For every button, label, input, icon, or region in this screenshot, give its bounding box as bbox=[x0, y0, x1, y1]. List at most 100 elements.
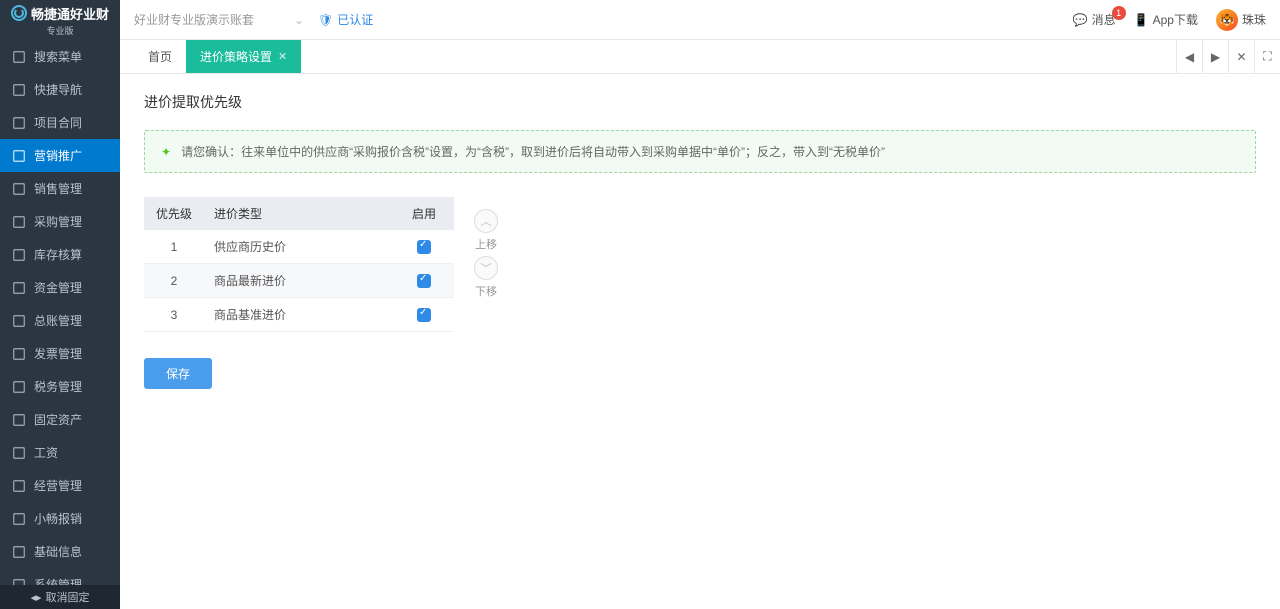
sidebar-item-12[interactable]: 工资 bbox=[0, 436, 120, 469]
cell-type: 商品基准进价 bbox=[204, 298, 394, 332]
sidebar-item-label: 经营管理 bbox=[34, 477, 82, 494]
sidebar-item-label: 发票管理 bbox=[34, 345, 82, 362]
sidebar-item-label: 快捷导航 bbox=[34, 81, 82, 98]
app-download-button[interactable]: 📱 App下载 bbox=[1134, 11, 1198, 28]
sidebar-item-label: 小畅报销 bbox=[34, 510, 82, 527]
sys-icon bbox=[12, 578, 26, 586]
enable-checkbox[interactable] bbox=[417, 274, 431, 288]
wage-icon bbox=[12, 446, 26, 460]
tab-active-label: 进价策略设置 bbox=[200, 48, 272, 65]
cell-priority: 2 bbox=[144, 264, 204, 298]
enable-checkbox[interactable] bbox=[417, 240, 431, 254]
mgmt-icon bbox=[12, 479, 26, 493]
tab-home[interactable]: 首页 bbox=[134, 40, 186, 73]
brand-edition: 专业版 bbox=[46, 24, 73, 37]
sidebar-item-label: 基础信息 bbox=[34, 543, 82, 560]
fullscreen-button[interactable]: ⛶ bbox=[1254, 40, 1280, 73]
sidebar-item-8[interactable]: 总账管理 bbox=[0, 304, 120, 337]
move-up-button[interactable]: ︿ bbox=[474, 209, 498, 233]
sidebar-item-0[interactable]: 搜索菜单 bbox=[0, 40, 120, 73]
sidebar-item-5[interactable]: 采购管理 bbox=[0, 205, 120, 238]
account-select[interactable]: 好业财专业版演示账套 ⌄ bbox=[134, 11, 314, 28]
sidebar-item-15[interactable]: 基础信息 bbox=[0, 535, 120, 568]
sidebar-item-13[interactable]: 经营管理 bbox=[0, 469, 120, 502]
sidebar-item-label: 系统管理 bbox=[34, 576, 82, 585]
search-icon bbox=[12, 50, 26, 64]
messages-badge: 1 bbox=[1112, 6, 1126, 20]
table-row[interactable]: 2商品最新进价 bbox=[144, 264, 454, 298]
sidebar-item-label: 税务管理 bbox=[34, 378, 82, 395]
sidebar-item-label: 资金管理 bbox=[34, 279, 82, 296]
sidebar-item-label: 库存核算 bbox=[34, 246, 82, 263]
table-row[interactable]: 1供应商历史价 bbox=[144, 230, 454, 264]
sidebar-item-label: 工资 bbox=[34, 444, 58, 461]
info-icon bbox=[12, 545, 26, 559]
shield-icon: 🛡 bbox=[318, 13, 333, 27]
cell-type: 供应商历史价 bbox=[204, 230, 394, 264]
asset-icon bbox=[12, 413, 26, 427]
brand-logo-icon bbox=[11, 5, 27, 21]
chevron-down-icon: ⌄ bbox=[294, 13, 304, 27]
sidebar-item-7[interactable]: 资金管理 bbox=[0, 271, 120, 304]
tab-home-label: 首页 bbox=[148, 48, 172, 65]
tab-active[interactable]: 进价策略设置 ✕ bbox=[186, 40, 301, 73]
user-menu[interactable]: 🐯 珠珠 bbox=[1216, 9, 1266, 31]
move-down-label: 下移 bbox=[475, 283, 497, 299]
col-priority: 优先级 bbox=[144, 197, 204, 230]
close-icon[interactable]: ✕ bbox=[278, 50, 287, 63]
brand-name: 畅捷通好业财 bbox=[31, 4, 109, 23]
home-icon bbox=[12, 83, 26, 97]
sidebar-item-2[interactable]: 项目合同 bbox=[0, 106, 120, 139]
avatar: 🐯 bbox=[1216, 9, 1238, 31]
sidebar-item-6[interactable]: 库存核算 bbox=[0, 238, 120, 271]
sidebar-item-4[interactable]: 销售管理 bbox=[0, 172, 120, 205]
box-icon bbox=[12, 215, 26, 229]
messages-button[interactable]: 💬 消息 1 bbox=[1073, 11, 1116, 28]
enable-checkbox[interactable] bbox=[417, 308, 431, 322]
sidebar: 畅捷通好业财 专业版 搜索菜单快捷导航项目合同营销推广销售管理采购管理库存核算资… bbox=[0, 0, 120, 609]
table-row[interactable]: 3商品基准进价 bbox=[144, 298, 454, 332]
app-download-label: App下载 bbox=[1153, 11, 1198, 28]
tax-icon bbox=[12, 380, 26, 394]
verified-label: 已认证 bbox=[337, 11, 373, 28]
sidebar-item-label: 固定资产 bbox=[34, 411, 82, 428]
sidebar-item-label: 总账管理 bbox=[34, 312, 82, 329]
db-icon bbox=[12, 248, 26, 262]
cell-priority: 3 bbox=[144, 298, 204, 332]
tabbar: 首页 进价策略设置 ✕ ◀ ▶ ✕ ⛶ bbox=[120, 40, 1280, 74]
verified-badge: 🛡 已认证 bbox=[318, 11, 373, 28]
col-enable: 启用 bbox=[394, 197, 454, 230]
sidebar-item-10[interactable]: 税务管理 bbox=[0, 370, 120, 403]
info-banner: ✦ 请您确认：往来单位中的供应商“采购报价含税”设置，为“含税”，取到进价后将自… bbox=[144, 130, 1256, 173]
tabs-prev-button[interactable]: ◀ bbox=[1176, 40, 1202, 73]
reimb-icon bbox=[12, 512, 26, 526]
sidebar-item-11[interactable]: 固定资产 bbox=[0, 403, 120, 436]
chat-icon: 💬 bbox=[1073, 13, 1088, 27]
pin-toggle[interactable]: ◂▸ 取消固定 bbox=[0, 585, 120, 609]
ledger-icon bbox=[12, 314, 26, 328]
info-icon: ✦ bbox=[161, 145, 171, 159]
sidebar-item-14[interactable]: 小畅报销 bbox=[0, 502, 120, 535]
sidebar-item-1[interactable]: 快捷导航 bbox=[0, 73, 120, 106]
sidebar-item-3[interactable]: 营销推广 bbox=[0, 139, 120, 172]
sidebar-item-16[interactable]: 系统管理 bbox=[0, 568, 120, 585]
user-name: 珠珠 bbox=[1242, 11, 1266, 28]
cart-icon bbox=[12, 182, 26, 196]
move-down-button[interactable]: ﹀ bbox=[474, 256, 498, 280]
tabs-close-all-button[interactable]: ✕ bbox=[1228, 40, 1254, 73]
sidebar-item-9[interactable]: 发票管理 bbox=[0, 337, 120, 370]
cell-type: 商品最新进价 bbox=[204, 264, 394, 298]
sidebar-item-label: 搜索菜单 bbox=[34, 48, 82, 65]
invoice-icon bbox=[12, 347, 26, 361]
grid-icon bbox=[12, 149, 26, 163]
save-button[interactable]: 保存 bbox=[144, 358, 212, 389]
pin-label: 取消固定 bbox=[46, 589, 90, 605]
priority-table: 优先级 进价类型 启用 1供应商历史价2商品最新进价3商品基准进价 bbox=[144, 197, 454, 332]
col-type: 进价类型 bbox=[204, 197, 394, 230]
content: 进价提取优先级 ✦ 请您确认：往来单位中的供应商“采购报价含税”设置，为“含税”… bbox=[120, 74, 1280, 609]
sidebar-item-label: 营销推广 bbox=[34, 147, 82, 164]
tabs-next-button[interactable]: ▶ bbox=[1202, 40, 1228, 73]
pin-icon: ◂▸ bbox=[30, 591, 41, 604]
cell-priority: 1 bbox=[144, 230, 204, 264]
info-text: 请您确认：往来单位中的供应商“采购报价含税”设置，为“含税”，取到进价后将自动带… bbox=[181, 143, 885, 160]
